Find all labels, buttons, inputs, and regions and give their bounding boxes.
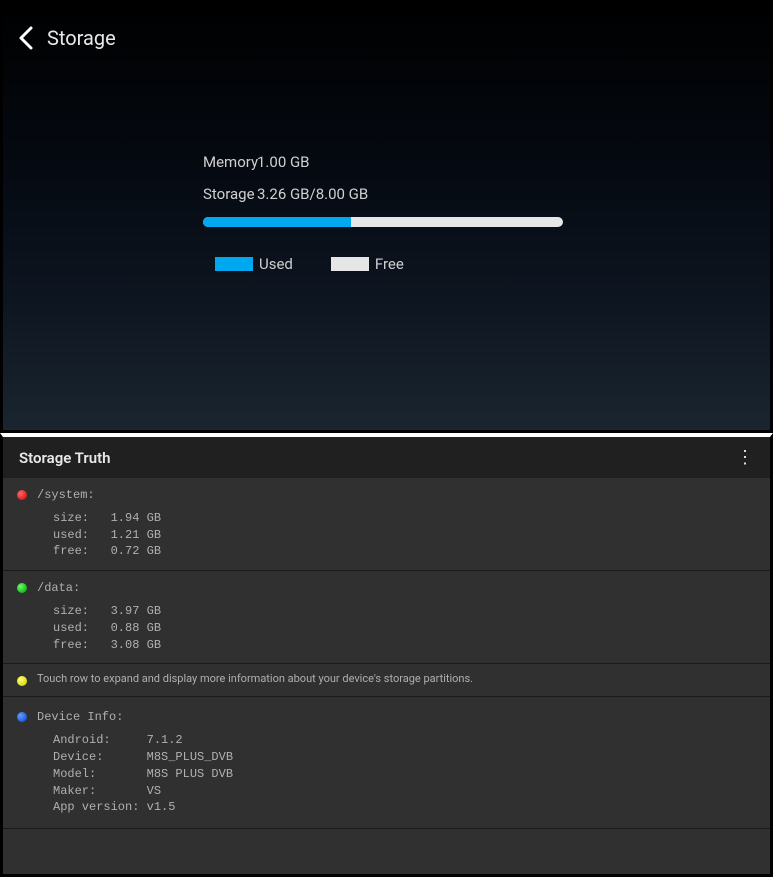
storage-truth-panel: Storage Truth ⋮ /system: size: 1.94 GB u… (0, 433, 773, 877)
memory-label: Memory (203, 153, 257, 171)
storage-row: Storage 3.26 GB/8.00 GB (203, 185, 570, 203)
storage-progress-bar (203, 217, 563, 227)
hint-text: Touch row to expand and display more inf… (37, 673, 473, 684)
partition-system-row[interactable]: /system: size: 1.94 GB used: 1.21 GB fre… (3, 478, 770, 571)
app-header: Storage Truth ⋮ (3, 437, 770, 478)
storage-label: Storage (203, 185, 257, 203)
free-label: Free (375, 255, 404, 273)
partition-content: /data: size: 3.97 GB used: 0.88 GB free:… (37, 580, 756, 653)
device-info-row[interactable]: Device Info: Android: 7.1.2 Device: M8S_… (3, 697, 770, 829)
storage-value: 3.26 GB/8.00 GB (257, 185, 368, 203)
storage-content: Memory 1.00 GB Storage 3.26 GB/8.00 GB U… (3, 73, 770, 273)
partition-name: /system: (37, 487, 756, 504)
memory-value: 1.00 GB (257, 153, 310, 171)
free-swatch (331, 257, 369, 271)
red-dot-icon (17, 490, 27, 500)
memory-row: Memory 1.00 GB (203, 153, 570, 171)
storage-settings-panel: Storage Memory 1.00 GB Storage 3.26 GB/8… (0, 0, 773, 433)
used-swatch (215, 257, 253, 271)
storage-progress-fill (203, 217, 351, 227)
overflow-menu-icon[interactable]: ⋮ (736, 449, 754, 467)
back-icon[interactable] (13, 25, 39, 51)
partition-data-row[interactable]: /data: size: 3.97 GB used: 0.88 GB free:… (3, 571, 770, 664)
device-content: Device Info: Android: 7.1.2 Device: M8S_… (37, 709, 756, 816)
app-title: Storage Truth (19, 449, 111, 467)
partition-content: /system: size: 1.94 GB used: 1.21 GB fre… (37, 487, 756, 560)
partition-details: size: 3.97 GB used: 0.88 GB free: 3.08 G… (37, 603, 756, 653)
hint-row[interactable]: Touch row to expand and display more inf… (3, 664, 770, 697)
blue-dot-icon (17, 712, 27, 722)
partition-name: /data: (37, 580, 756, 597)
used-label: Used (259, 255, 293, 273)
page-title: Storage (47, 26, 116, 50)
device-info-details: Android: 7.1.2 Device: M8S_PLUS_DVB Mode… (37, 732, 756, 816)
header: Storage (3, 3, 770, 73)
legend: Used Free (203, 255, 570, 273)
legend-free: Free (331, 255, 404, 273)
device-info-title: Device Info: (37, 709, 756, 726)
yellow-dot-icon (17, 676, 27, 686)
green-dot-icon (17, 583, 27, 593)
partition-details: size: 1.94 GB used: 1.21 GB free: 0.72 G… (37, 510, 756, 560)
legend-used: Used (215, 255, 293, 273)
